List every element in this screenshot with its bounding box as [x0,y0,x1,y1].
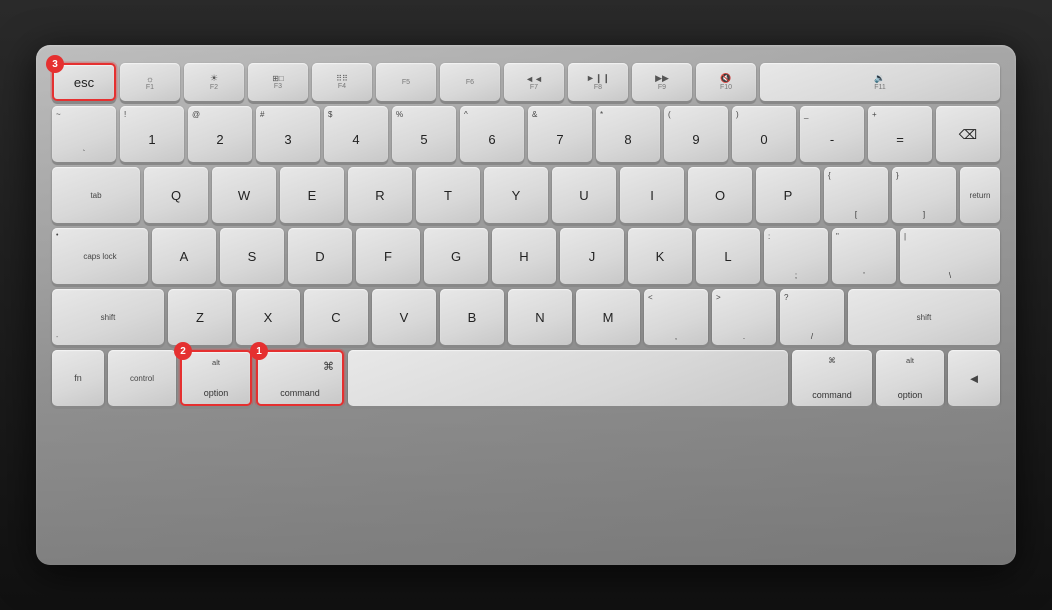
key-1[interactable]: ! 1 [120,106,184,162]
key-m[interactable]: M [576,289,640,345]
f11-key[interactable]: 🔉 F11 [760,63,1000,101]
key-0[interactable]: ) 0 [732,106,796,162]
key-a[interactable]: A [152,228,216,284]
key-slash[interactable]: ? / [780,289,844,345]
key-5[interactable]: % 5 [392,106,456,162]
key-r[interactable]: R [348,167,412,223]
f8-key[interactable]: ►❙❙ F8 [568,63,628,101]
caps-lock-key[interactable]: • caps lock [52,228,148,284]
f4-key[interactable]: ⠿⠿ F4 [312,63,372,101]
key-y[interactable]: Y [484,167,548,223]
key-semicolon[interactable]: : ; [764,228,828,284]
option-right-key[interactable]: alt option [876,350,944,406]
key-2[interactable]: @ 2 [188,106,252,162]
f9-key[interactable]: ▶▶ F9 [632,63,692,101]
key-comma[interactable]: < , [644,289,708,345]
spacebar[interactable] [348,350,788,406]
key-6[interactable]: ^ 6 [460,106,524,162]
key-9[interactable]: ( 9 [664,106,728,162]
key-c[interactable]: C [304,289,368,345]
key-g[interactable]: G [424,228,488,284]
key-o[interactable]: O [688,167,752,223]
key-d[interactable]: D [288,228,352,284]
key-bracket-l[interactable]: { [ [824,167,888,223]
arrow-left-key[interactable]: ◄ [948,350,1000,406]
key-4[interactable]: $ 4 [324,106,388,162]
key-k[interactable]: K [628,228,692,284]
qwerty-row: tab Q W E R T Y U I O P { [ } ] [52,167,1000,223]
command-left-key[interactable]: 1 ⌘ command [256,350,344,406]
key-h[interactable]: H [492,228,556,284]
return-key[interactable]: return [960,167,1000,223]
key-z[interactable]: Z [168,289,232,345]
key-3[interactable]: # 3 [256,106,320,162]
f2-key[interactable]: ☀ F2 [184,63,244,101]
key-7[interactable]: & 7 [528,106,592,162]
key-x[interactable]: X [236,289,300,345]
key-w[interactable]: W [212,167,276,223]
f10-key[interactable]: 🔇 F10 [696,63,756,101]
tab-key[interactable]: tab [52,167,140,223]
key-n[interactable]: N [508,289,572,345]
key-l[interactable]: L [696,228,760,284]
key-8[interactable]: * 8 [596,106,660,162]
key-bracket-r[interactable]: } ] [892,167,956,223]
option-left-key[interactable]: 2 alt option [180,350,252,406]
key-v[interactable]: V [372,289,436,345]
key-b[interactable]: B [440,289,504,345]
f7-key[interactable]: ◄◄ F7 [504,63,564,101]
key-t[interactable]: T [416,167,480,223]
command-right-key[interactable]: ⌘ command [792,350,872,406]
keyboard-photo: 3 esc ☼ F1 ☀ F2 ⊞□ F3 ⠿⠿ F4 [0,0,1052,610]
fn-row: 3 esc ☼ F1 ☀ F2 ⊞□ F3 ⠿⠿ F4 [52,63,1000,101]
key-e[interactable]: E [280,167,344,223]
f6-key[interactable]: F6 [440,63,500,101]
f1-key[interactable]: ☼ F1 [120,63,180,101]
key-quote[interactable]: " ' [832,228,896,284]
key-minus[interactable]: _ - [800,106,864,162]
bottom-row: fn control 2 alt option 1 ⌘ command ⌘ [52,350,1000,406]
key-period[interactable]: > . [712,289,776,345]
key-q[interactable]: Q [144,167,208,223]
tilde-key[interactable]: ~ ` [52,106,116,162]
keyboard-rows: 3 esc ☼ F1 ☀ F2 ⊞□ F3 ⠿⠿ F4 [52,63,1000,406]
key-f[interactable]: F [356,228,420,284]
shift-left-key[interactable]: shift - [52,289,164,345]
f3-key[interactable]: ⊞□ F3 [248,63,308,101]
key-u[interactable]: U [552,167,616,223]
number-row: ~ ` ! 1 @ 2 # 3 $ 4 [52,106,1000,162]
command-badge: 1 [250,342,268,360]
key-equal[interactable]: + = [868,106,932,162]
fn-key[interactable]: fn [52,350,104,406]
esc-label: esc [74,76,94,89]
option-badge: 2 [174,342,192,360]
keyboard-body: 3 esc ☼ F1 ☀ F2 ⊞□ F3 ⠿⠿ F4 [36,45,1016,565]
key-j[interactable]: J [560,228,624,284]
control-key[interactable]: control [108,350,176,406]
f5-key[interactable]: F5 [376,63,436,101]
key-s[interactable]: S [220,228,284,284]
key-backslash[interactable]: | \ [900,228,1000,284]
backspace-key[interactable]: ⌫ [936,106,1000,162]
esc-badge: 3 [46,55,64,73]
home-row: • caps lock A S D F G H J K L : ; " ' [52,228,1000,284]
key-p[interactable]: P [756,167,820,223]
shift-right-key[interactable]: shift [848,289,1000,345]
key-i[interactable]: I [620,167,684,223]
shift-row: shift - Z X C V B N M < , > . [52,289,1000,345]
esc-key[interactable]: 3 esc [52,63,116,101]
